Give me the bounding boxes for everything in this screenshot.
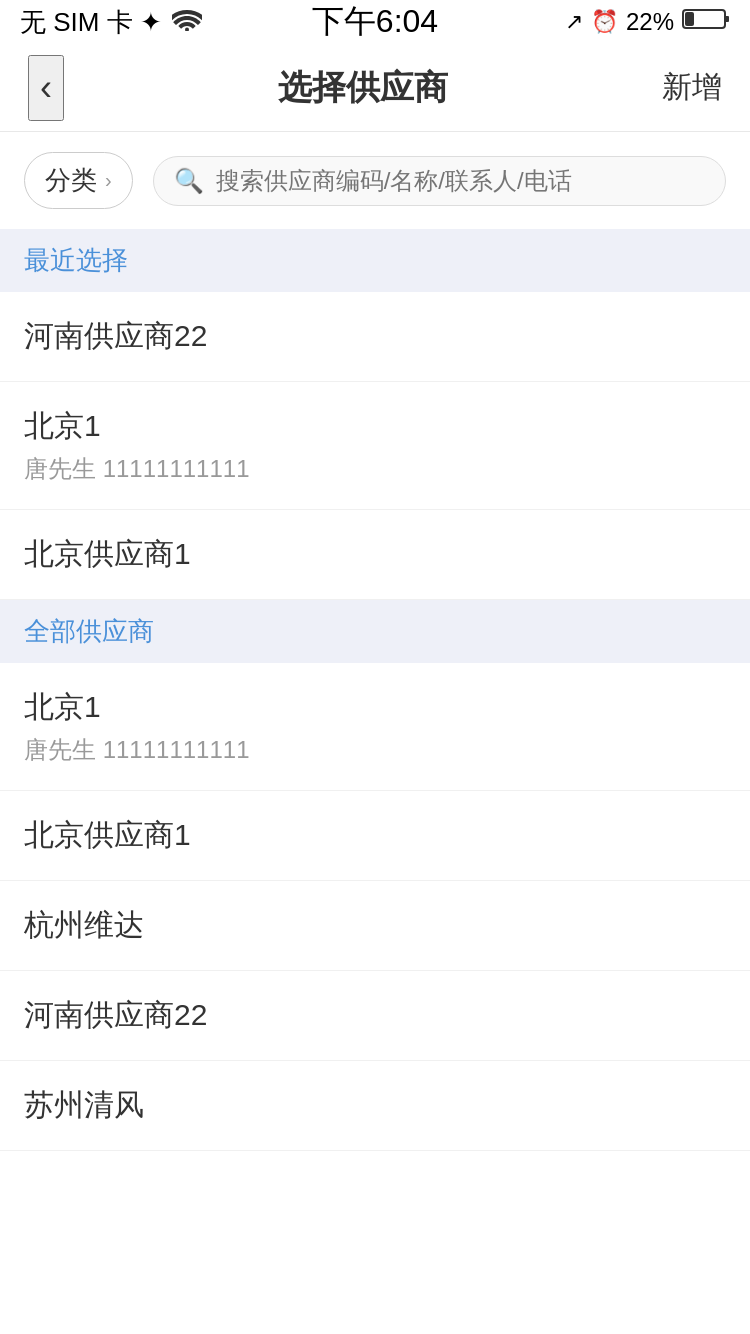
battery-icon <box>682 7 730 37</box>
sim-text: 无 SIM 卡 ✦ <box>20 5 162 40</box>
search-icon: 🔍 <box>174 167 204 195</box>
wifi-icon <box>172 7 202 38</box>
list-item[interactable]: 北京1 唐先生 11111111111 <box>0 663 750 791</box>
item-contact: 唐先生 11111111111 <box>24 453 726 485</box>
nav-bar: ‹ 选择供应商 新增 <box>0 44 750 132</box>
item-name: 苏州清风 <box>24 1085 726 1126</box>
item-name: 杭州维达 <box>24 905 726 946</box>
list-item[interactable]: 苏州清风 <box>0 1061 750 1151</box>
status-time: 下午6:04 <box>312 0 438 44</box>
item-name: 北京供应商1 <box>24 815 726 856</box>
status-bar: 无 SIM 卡 ✦ 下午6:04 ↗ ⏰ 22% <box>0 0 750 44</box>
search-input[interactable] <box>216 167 705 195</box>
status-left: 无 SIM 卡 ✦ <box>20 5 202 40</box>
add-button[interactable]: 新增 <box>662 67 722 108</box>
category-label: 分类 <box>45 163 97 198</box>
location-icon: ↗ <box>565 9 583 35</box>
list-item[interactable]: 杭州维达 <box>0 881 750 971</box>
supplier-list: 最近选择河南供应商22 北京1 唐先生 11111111111 北京供应商1 全部供应商… <box>0 229 750 1151</box>
status-right: ↗ ⏰ 22% <box>565 7 730 37</box>
alarm-icon: ⏰ <box>591 9 618 35</box>
chevron-right-icon: › <box>105 169 112 192</box>
filter-bar: 分类 › 🔍 <box>0 132 750 229</box>
svg-rect-2 <box>685 12 694 26</box>
list-item[interactable]: 北京1 唐先生 11111111111 <box>0 382 750 510</box>
battery-text: 22% <box>626 8 674 36</box>
item-name: 北京1 <box>24 687 726 728</box>
list-item[interactable]: 河南供应商22 <box>0 971 750 1061</box>
item-name: 河南供应商22 <box>24 995 726 1036</box>
list-item[interactable]: 河南供应商22 <box>0 292 750 382</box>
item-name: 北京1 <box>24 406 726 447</box>
list-item[interactable]: 北京供应商1 <box>0 510 750 600</box>
back-button[interactable]: ‹ <box>28 55 64 121</box>
section-header-all: 全部供应商 <box>0 600 750 663</box>
page-title: 选择供应商 <box>278 65 448 111</box>
item-name: 北京供应商1 <box>24 534 726 575</box>
list-item[interactable]: 北京供应商1 <box>0 791 750 881</box>
item-name: 河南供应商22 <box>24 316 726 357</box>
category-button[interactable]: 分类 › <box>24 152 133 209</box>
search-box[interactable]: 🔍 <box>153 156 726 206</box>
item-contact: 唐先生 11111111111 <box>24 734 726 766</box>
svg-rect-1 <box>725 16 729 22</box>
section-header-recent: 最近选择 <box>0 229 750 292</box>
